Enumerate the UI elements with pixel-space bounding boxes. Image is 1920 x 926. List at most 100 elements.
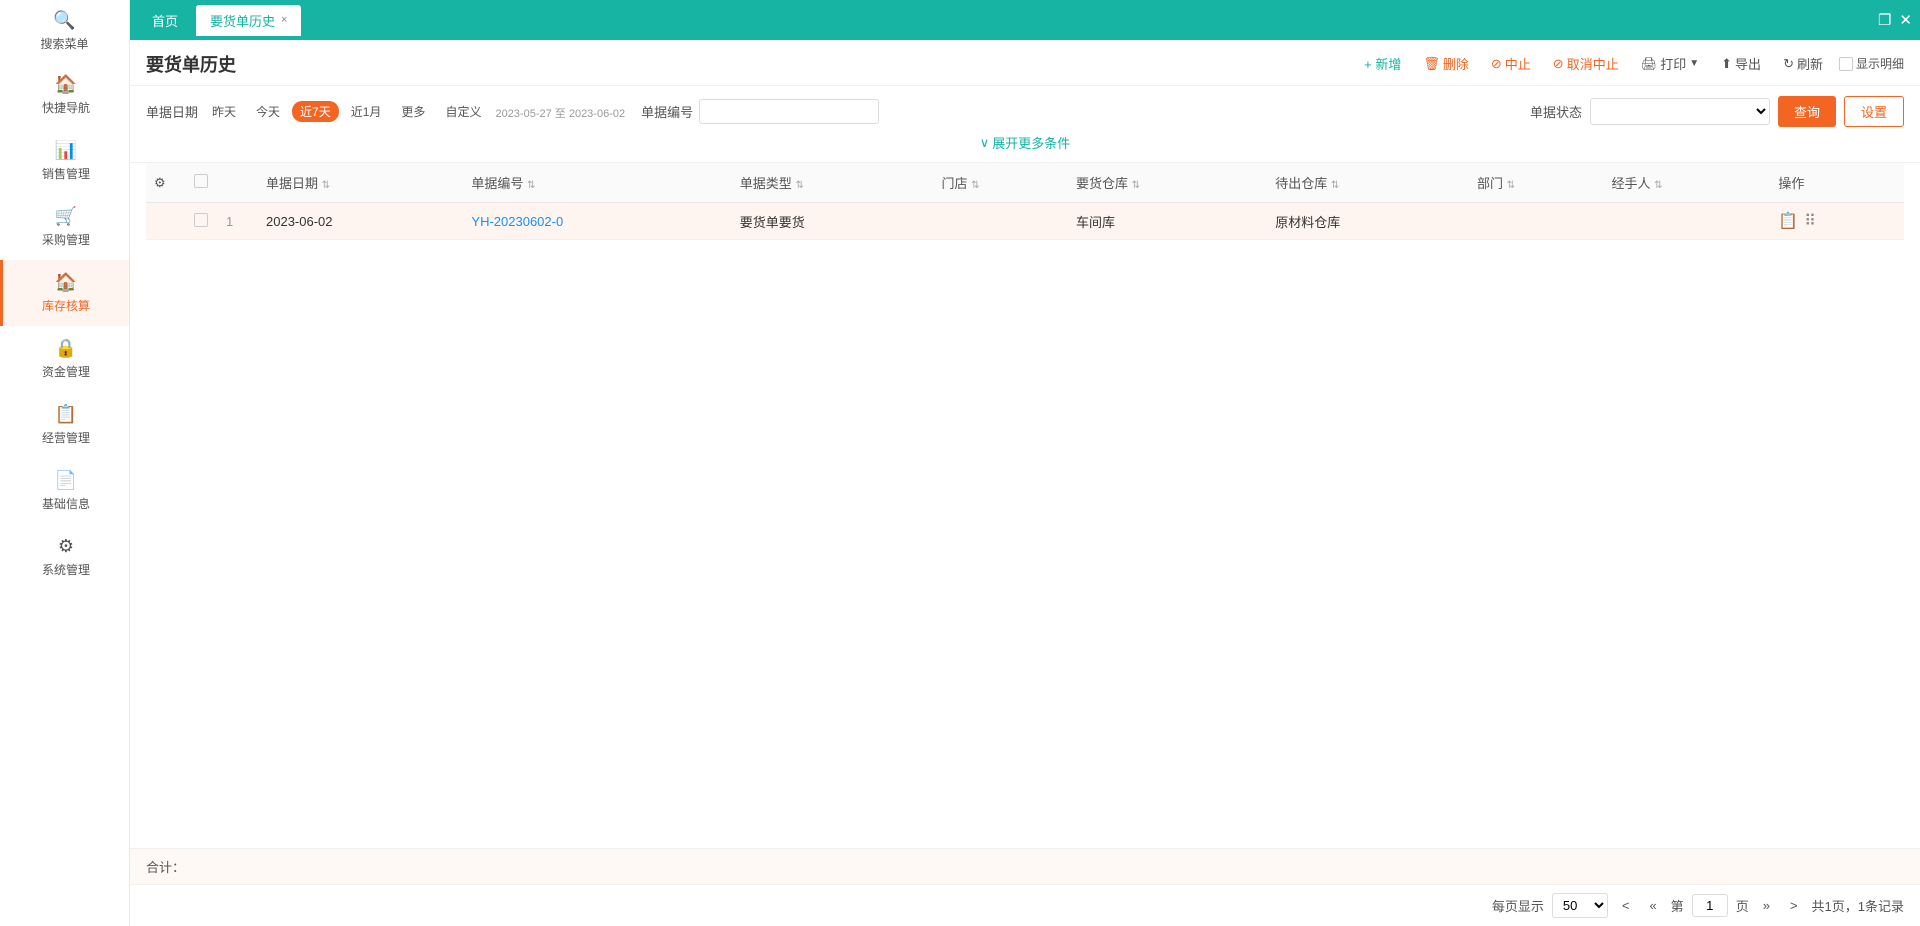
col-store: 门店 ⇅ <box>934 163 1069 203</box>
col-gear: ⚙ <box>146 163 186 203</box>
table-row: 1 2023-06-02 YH-20230602-0 要货单要货 车间库 原材料… <box>146 203 1904 240</box>
date-range-display: 2023-05-27 至 2023-06-02 <box>495 105 625 121</box>
sidebar-item-label: 快捷导航 <box>42 99 90 116</box>
date-tag-1month[interactable]: 近1月 <box>343 101 390 122</box>
date-tag-7days[interactable]: 近7天 <box>292 101 339 122</box>
prev-page-btn[interactable]: < <box>1616 896 1636 915</box>
sidebar-item-operations[interactable]: 📋 经营管理 <box>0 392 129 458</box>
sidebar-item-inventory[interactable]: 🏠 库存核算 <box>0 260 129 326</box>
col-handler-label: 经手人 <box>1611 176 1650 191</box>
row-checkbox[interactable] <box>194 213 208 227</box>
delete-button[interactable]: 🗑 删除 <box>1417 50 1475 77</box>
settings-button[interactable]: 设置 <box>1844 96 1904 127</box>
expand-more-btn[interactable]: ∨ 展开更多条件 <box>146 133 1904 152</box>
gear-settings-icon[interactable]: ⚙ <box>154 175 166 190</box>
table-area: ⚙ 单据日期 ⇅ 单据编号 ⇅ <box>130 163 1920 848</box>
sort-pending-icon[interactable]: ⇅ <box>1331 180 1339 191</box>
pagination: 每页显示 50 100 200 < « 第 页 » > 共1页，1条记录 <box>130 884 1920 926</box>
row-store <box>934 203 1069 240</box>
col-req-warehouse-label: 要货仓库 <box>1076 176 1128 191</box>
first-page-btn[interactable]: « <box>1643 896 1662 915</box>
date-tag-more[interactable]: 更多 <box>393 101 433 122</box>
query-button[interactable]: 查询 <box>1778 96 1836 127</box>
export-button[interactable]: ⬆ 导出 <box>1715 50 1767 77</box>
sort-req-icon[interactable]: ⇅ <box>1132 180 1140 191</box>
tab-bar-right: ❐ ✕ <box>1878 11 1912 29</box>
tab-order-history[interactable]: 要货单历史 × <box>196 5 301 36</box>
sort-type-icon[interactable]: ⇅ <box>795 180 803 191</box>
sidebar-item-system[interactable]: ⚙ 系统管理 <box>0 524 129 590</box>
clipboard-icon: 📋 <box>55 404 77 425</box>
status-filter-label: 单据状态 <box>1530 102 1582 121</box>
sidebar-item-sales[interactable]: 📊 销售管理 <box>0 128 129 194</box>
show-detail-checkbox[interactable]: 显示明细 <box>1839 55 1904 72</box>
print-dropdown-icon: ▼ <box>1689 58 1699 69</box>
select-all-checkbox[interactable] <box>194 174 208 188</box>
sidebar-item-label: 采购管理 <box>42 231 90 248</box>
date-tag-custom[interactable]: 自定义 <box>437 101 489 122</box>
sidebar: 🔍 搜索菜单 🏠 快捷导航 📊 销售管理 🛒 采购管理 🏠 库存核算 🔒 资金管… <box>0 0 130 926</box>
status-select[interactable] <box>1590 98 1770 125</box>
sort-order-no-icon[interactable]: ⇅ <box>527 180 535 191</box>
sort-date-icon[interactable]: ⇅ <box>322 180 330 191</box>
search-icon: 🔍 <box>53 10 75 31</box>
row-order-no: YH-20230602-0 <box>463 203 731 240</box>
refresh-icon: ↻ <box>1783 56 1794 72</box>
tab-home[interactable]: 首页 <box>138 5 192 36</box>
tab-close-icon[interactable]: ✕ <box>1899 11 1912 29</box>
col-store-label: 门店 <box>942 176 968 191</box>
cancel-stop-icon: ⊘ <box>1553 56 1564 72</box>
date-tag-today[interactable]: 今天 <box>248 101 288 122</box>
col-type: 单据类型 ⇅ <box>732 163 934 203</box>
last-page-btn[interactable]: » <box>1757 896 1776 915</box>
gear-icon: ⚙ <box>58 536 74 557</box>
chevron-down-icon: ∨ <box>980 135 990 151</box>
col-date: 单据日期 ⇅ <box>258 163 463 203</box>
cart-icon: 🛒 <box>55 206 77 227</box>
page-title: 要货单历史 <box>146 51 236 77</box>
row-department <box>1469 203 1604 240</box>
main-area: 首页 要货单历史 × ❐ ✕ 要货单历史 + 新增 🗑 删除 ⊘ 中止 <box>130 0 1920 926</box>
doc-icon: 📄 <box>55 470 77 491</box>
next-page-btn[interactable]: > <box>1784 896 1804 915</box>
sidebar-item-purchase[interactable]: 🛒 采购管理 <box>0 194 129 260</box>
show-detail-check-icon <box>1839 57 1853 71</box>
order-no-label: 单据编号 <box>641 102 693 121</box>
date-filter-tags: 昨天 今天 近7天 近1月 更多 自定义 <box>204 101 489 122</box>
col-type-label: 单据类型 <box>740 176 792 191</box>
col-pending-warehouse-label: 待出仓库 <box>1275 176 1327 191</box>
sidebar-item-finance[interactable]: 🔒 资金管理 <box>0 326 129 392</box>
page-suffix-label: 页 <box>1736 896 1749 915</box>
refresh-button[interactable]: ↻ 刷新 <box>1777 50 1829 77</box>
row-more-icon[interactable]: ⠿ <box>1804 211 1816 231</box>
page-input[interactable] <box>1692 894 1728 917</box>
sidebar-item-quick-nav[interactable]: 🏠 快捷导航 <box>0 62 129 128</box>
data-table: ⚙ 单据日期 ⇅ 单据编号 ⇅ <box>146 163 1904 240</box>
per-page-label: 每页显示 <box>1492 896 1544 915</box>
print-button[interactable]: 🖨 打印 ▼ <box>1635 50 1705 77</box>
row-date: 2023-06-02 <box>258 203 463 240</box>
stop-button[interactable]: ⊘ 中止 <box>1485 50 1537 77</box>
search-menu[interactable]: 🔍 搜索菜单 <box>0 0 129 62</box>
new-button[interactable]: + 新增 <box>1358 50 1407 77</box>
sort-dept-icon[interactable]: ⇅ <box>1507 180 1515 191</box>
per-page-select[interactable]: 50 100 200 <box>1552 893 1608 918</box>
cancel-stop-button[interactable]: ⊘ 取消中止 <box>1547 50 1625 77</box>
row-req-warehouse: 车间库 <box>1068 203 1267 240</box>
sidebar-item-basic-info[interactable]: 📄 基础信息 <box>0 458 129 524</box>
row-edit-icon[interactable]: 📋 <box>1778 211 1798 231</box>
tab-restore-icon[interactable]: ❐ <box>1878 11 1891 29</box>
date-tag-yesterday[interactable]: 昨天 <box>204 101 244 122</box>
order-no-link[interactable]: YH-20230602-0 <box>471 214 563 229</box>
tab-close-icon[interactable]: × <box>281 14 287 26</box>
sort-handler-icon[interactable]: ⇅ <box>1654 180 1662 191</box>
tab-order-history-label: 要货单历史 <box>210 11 275 30</box>
tab-home-label: 首页 <box>152 11 178 30</box>
home-icon: 🏠 <box>55 74 77 95</box>
sort-store-icon[interactable]: ⇅ <box>971 180 979 191</box>
delete-icon: 🗑 <box>1423 56 1440 72</box>
total-info: 共1页，1条记录 <box>1812 896 1904 915</box>
filter-actions: 单据状态 查询 设置 <box>1530 96 1904 127</box>
col-date-label: 单据日期 <box>266 176 318 191</box>
order-no-input[interactable] <box>699 99 879 124</box>
